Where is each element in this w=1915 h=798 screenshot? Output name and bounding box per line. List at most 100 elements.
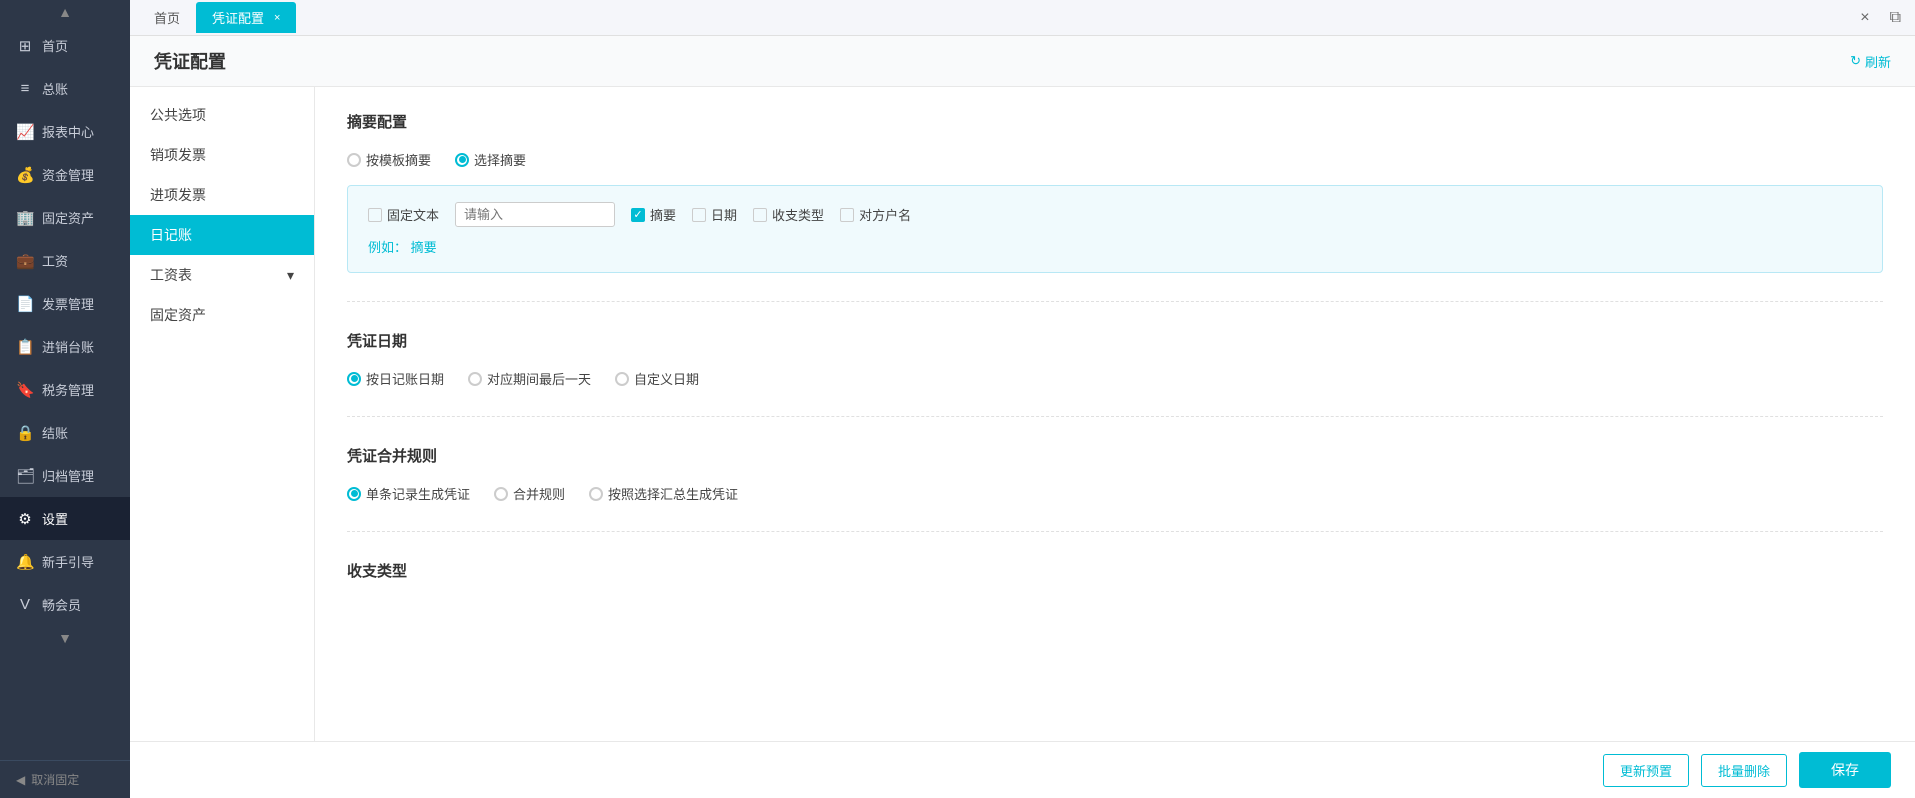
left-nav-item-sales-invoice[interactable]: 销项发票 [130, 135, 314, 175]
checkbox-abstract-label: 摘要 [650, 205, 676, 224]
guide-icon: 🔔 [16, 553, 34, 571]
tab-action-resize-button[interactable]: ⧉ [1884, 7, 1907, 29]
sidebar-item-guide[interactable]: 🔔 新手引导 [0, 540, 130, 583]
checkbox-date-box[interactable] [692, 208, 706, 222]
section-voucher-date: 凭证日期 按日记账日期 对应期间最后一天 自定义日期 [347, 330, 1883, 417]
close-account-icon: 🔒 [16, 424, 34, 442]
date-option-journal[interactable]: 按日记账日期 [347, 369, 444, 388]
sidebar-unpin-button[interactable]: ◀ 取消固定 [0, 760, 130, 798]
unpin-label: 取消固定 [31, 771, 79, 788]
sidebar-item-label: 发票管理 [42, 294, 94, 313]
sidebar-item-label: 税务管理 [42, 380, 94, 399]
date-option-custom-label: 自定义日期 [634, 369, 699, 388]
checkbox-abstract-box[interactable]: ✓ [631, 208, 645, 222]
page-title: 凭证配置 [154, 48, 226, 74]
ledger-icon: ≡ [16, 80, 34, 97]
sidebar-item-report[interactable]: 📈 报表中心 [0, 110, 130, 153]
left-nav-item-public[interactable]: 公共选项 [130, 95, 314, 135]
sidebar-item-label: 归档管理 [42, 466, 94, 485]
sidebar-item-label: 进销台账 [42, 337, 94, 356]
checkbox-abstract[interactable]: ✓ 摘要 [631, 205, 676, 224]
archive-icon: 🗂 [16, 467, 34, 485]
abstract-option-select-label: 选择摘要 [474, 150, 526, 169]
left-nav-label: 工资表 [150, 265, 192, 285]
left-nav-label: 固定资产 [150, 305, 206, 325]
example-value: 摘要 [411, 240, 437, 255]
sidebar-item-invoice-mgmt[interactable]: 📄 发票管理 [0, 282, 130, 325]
sidebar-item-archive[interactable]: 🗂 归档管理 [0, 454, 130, 497]
sidebar-item-label: 畅会员 [42, 595, 81, 614]
abstract-config-title: 摘要配置 [347, 111, 1883, 132]
left-nav-item-purchase-invoice[interactable]: 进项发票 [130, 175, 314, 215]
tab-home[interactable]: 首页 [138, 2, 196, 33]
radio-single[interactable] [347, 487, 361, 501]
sidebar-scroll-down[interactable]: ▼ [0, 626, 130, 650]
checkbox-counterpart[interactable]: 对方户名 [840, 205, 911, 224]
merge-option-single[interactable]: 单条记录生成凭证 [347, 484, 470, 503]
sidebar-item-vip[interactable]: V 畅会员 [0, 583, 130, 626]
tab-home-label: 首页 [154, 8, 180, 27]
merge-option-select-summary[interactable]: 按照选择汇总生成凭证 [589, 484, 738, 503]
abstract-option-select[interactable]: 选择摘要 [455, 150, 526, 169]
tab-voucher-config[interactable]: 凭证配置 × [196, 2, 296, 33]
tab-actions: × ⧉ [1854, 7, 1907, 29]
sidebar-item-close[interactable]: 🔒 结账 [0, 411, 130, 454]
checkbox-counterpart-box[interactable] [840, 208, 854, 222]
save-button[interactable]: 保存 [1799, 752, 1891, 788]
right-content: 摘要配置 按模板摘要 选择摘要 [315, 87, 1915, 741]
sidebar-item-settings[interactable]: ⚙ 设置 [0, 497, 130, 540]
radio-last-day[interactable] [468, 372, 482, 386]
merge-rule-radio-group: 单条记录生成凭证 合并规则 按照选择汇总生成凭证 [347, 484, 1883, 503]
sidebar-item-label: 固定资产 [42, 208, 94, 227]
checkbox-income-type[interactable]: 收支类型 [753, 205, 824, 224]
tab-voucher-config-label: 凭证配置 [212, 8, 264, 27]
left-nav-item-payroll[interactable]: 工资表 ▾ [130, 255, 314, 295]
checkbox-date[interactable]: 日期 [692, 205, 737, 224]
fixed-text-input[interactable] [455, 202, 615, 227]
sidebar-item-tax[interactable]: 🔖 税务管理 [0, 368, 130, 411]
sales-ledger-icon: 📋 [16, 338, 34, 356]
section-abstract-config: 摘要配置 按模板摘要 选择摘要 [347, 111, 1883, 302]
merge-option-merge[interactable]: 合并规则 [494, 484, 565, 503]
radio-select-summary[interactable] [589, 487, 603, 501]
sidebar-item-funds[interactable]: 💰 资金管理 [0, 153, 130, 196]
checkbox-fixed-text-box[interactable] [368, 208, 382, 222]
abstract-option-template[interactable]: 按模板摘要 [347, 150, 431, 169]
tab-close-icon[interactable]: × [274, 12, 280, 24]
checkbox-income-type-box[interactable] [753, 208, 767, 222]
sidebar-item-salary[interactable]: 💼 工资 [0, 239, 130, 282]
merge-option-select-summary-label: 按照选择汇总生成凭证 [608, 484, 738, 503]
left-nav-item-journal[interactable]: 日记账 [130, 215, 314, 255]
salary-icon: 💼 [16, 252, 34, 270]
radio-journal-date[interactable] [347, 372, 361, 386]
date-option-last-day[interactable]: 对应期间最后一天 [468, 369, 591, 388]
batch-delete-button[interactable]: 批量删除 [1701, 754, 1787, 787]
sidebar-item-label: 总账 [42, 79, 68, 98]
sidebar-item-ledger[interactable]: ≡ 总账 [0, 67, 130, 110]
body-layout: 公共选项 销项发票 进项发票 日记账 工资表 ▾ 固定资产 [130, 87, 1915, 741]
checkbox-fixed-text[interactable]: 固定文本 [368, 205, 439, 224]
sidebar-item-sales-ledger[interactable]: 📋 进销台账 [0, 325, 130, 368]
checkbox-fixed-text-label: 固定文本 [387, 205, 439, 224]
sidebar-scroll-up[interactable]: ▲ [0, 0, 130, 24]
radio-select[interactable] [455, 153, 469, 167]
checkbox-income-type-label: 收支类型 [772, 205, 824, 224]
tab-action-close-button[interactable]: × [1854, 7, 1875, 29]
sidebar-item-fixed-assets[interactable]: 🏢 固定资产 [0, 196, 130, 239]
voucher-date-title: 凭证日期 [347, 330, 1883, 351]
date-option-custom[interactable]: 自定义日期 [615, 369, 699, 388]
abstract-config-box: 固定文本 ✓ 摘要 日期 [347, 185, 1883, 273]
tax-icon: 🔖 [16, 381, 34, 399]
radio-custom-date[interactable] [615, 372, 629, 386]
radio-template[interactable] [347, 153, 361, 167]
update-preview-button[interactable]: 更新预置 [1603, 754, 1689, 787]
radio-merge[interactable] [494, 487, 508, 501]
left-nav-item-fixed-assets[interactable]: 固定资产 [130, 295, 314, 335]
sidebar-item-label: 报表中心 [42, 122, 94, 141]
refresh-button[interactable]: ↻ 刷新 [1850, 52, 1891, 71]
sidebar-item-label: 设置 [42, 509, 68, 528]
expand-icon: ▾ [287, 267, 294, 284]
merge-option-single-label: 单条记录生成凭证 [366, 484, 470, 503]
sidebar-item-home[interactable]: ⊞ 首页 [0, 24, 130, 67]
merge-option-merge-label: 合并规则 [513, 484, 565, 503]
